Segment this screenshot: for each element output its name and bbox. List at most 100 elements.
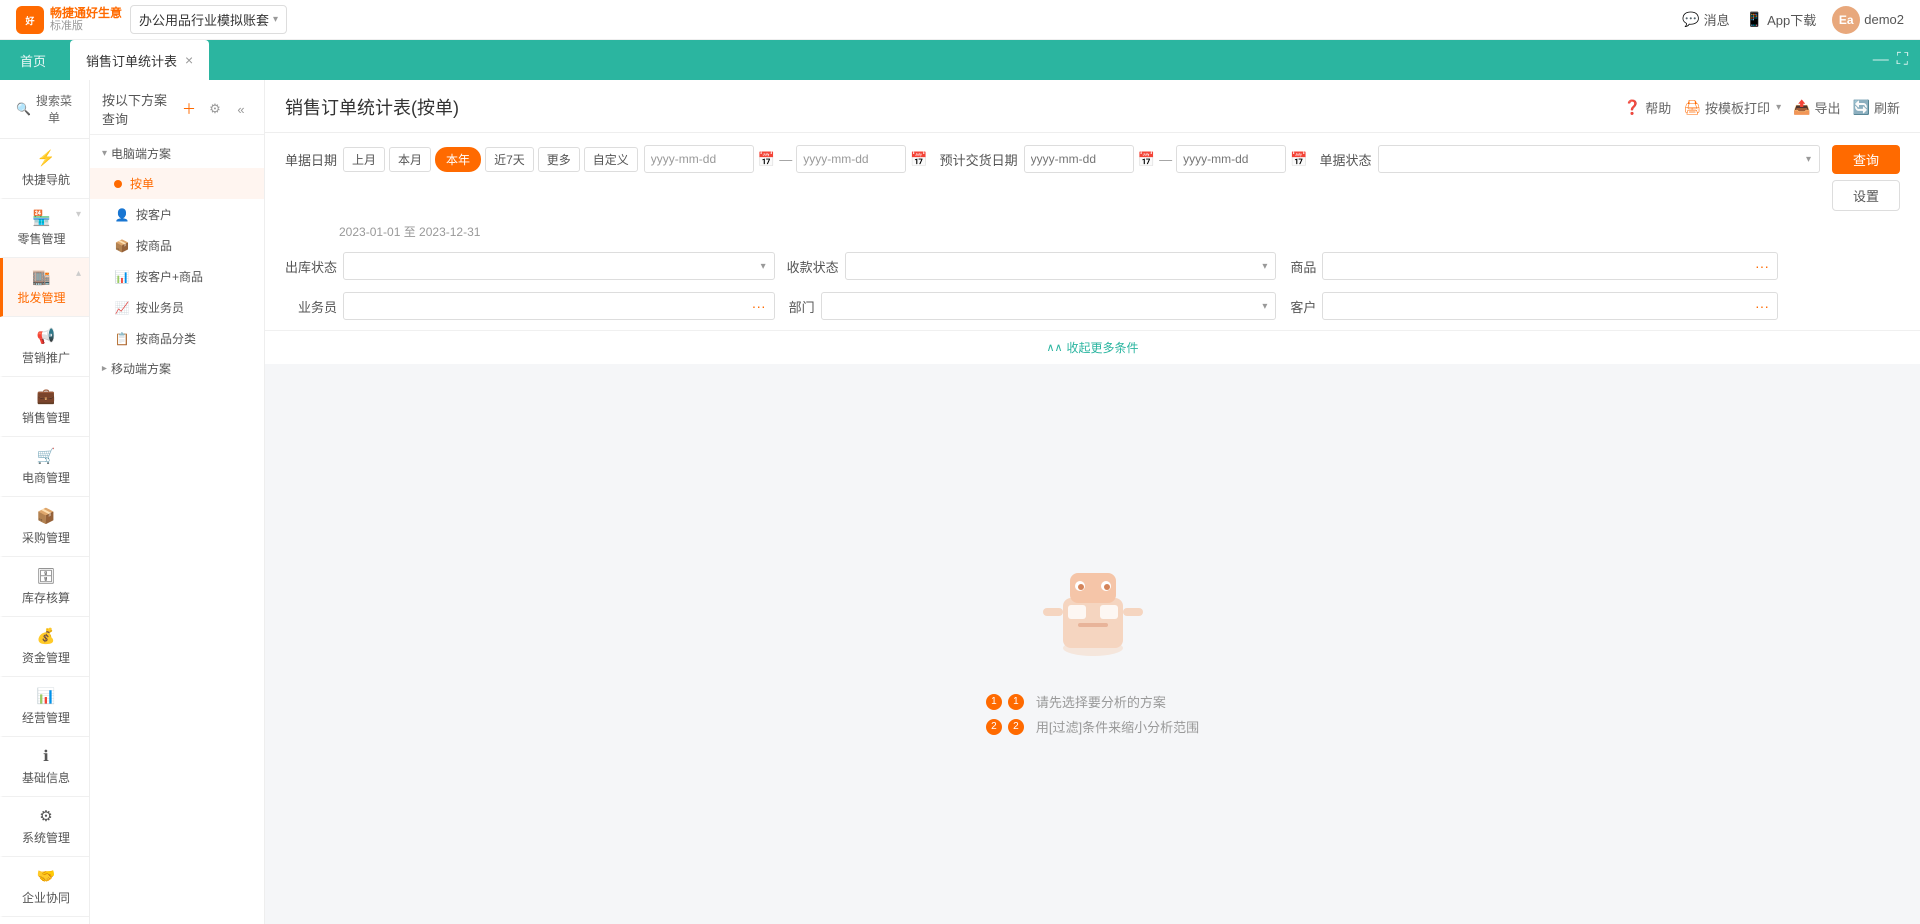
sidebar-item-purchase[interactable]: 📦 采购管理 bbox=[0, 497, 89, 557]
shipping-status-select[interactable]: ▾ bbox=[343, 252, 775, 280]
empty-hint-list: 1 请先选择要分析的方案 2 用[过滤]条件来缩小分析范围 bbox=[986, 688, 1199, 740]
page-header: 销售订单统计表(按单) ❓ 帮助 🖨 按模板打印 ▾ 📤 导出 🔄 刷新 bbox=[265, 80, 1920, 133]
sidebar-item-operation[interactable]: 📊 经营管理 bbox=[0, 677, 89, 737]
group-arrow-icon: ▾ bbox=[102, 148, 107, 159]
payment-select-arrow: ▾ bbox=[1262, 261, 1267, 272]
salesman-scheme-icon: 📈 bbox=[114, 300, 130, 316]
scheme-group-pc: ▾ 电脑端方案 按单 👤 按客户 📦 按商品 📊 按客户+商 bbox=[90, 139, 264, 354]
sidebar-item-finance[interactable]: 💰 资金管理 bbox=[0, 617, 89, 677]
preset-this-year[interactable]: 本年 bbox=[435, 147, 481, 172]
doc-status-group: 单据状态 ▾ bbox=[1320, 145, 1820, 173]
scheme-item-by-customer[interactable]: 👤 按客户 bbox=[90, 199, 264, 230]
refresh-icon: 🔄 bbox=[1853, 99, 1870, 116]
date-start-input[interactable] bbox=[644, 145, 754, 173]
sidebar-item-wholesale[interactable]: 🏬 批发管理 ▴ bbox=[0, 258, 89, 317]
sidebar-item-system[interactable]: ⚙ 系统管理 bbox=[0, 797, 89, 857]
sidebar-item-marketing[interactable]: 📢 营销推广 bbox=[0, 317, 89, 377]
payment-status-select[interactable]: ▾ bbox=[845, 252, 1277, 280]
scheme-item-by-order[interactable]: 按单 bbox=[90, 168, 264, 199]
filter-section: 单据日期 上月 本月 本年 近7天 更多 自定义 📅 — bbox=[265, 133, 1920, 364]
customer-filter-group: 客户 ··· bbox=[1288, 292, 1778, 320]
refresh-button[interactable]: 🔄 刷新 bbox=[1853, 98, 1900, 117]
sidebar-item-inventory[interactable]: 🗄 库存核算 bbox=[0, 557, 89, 617]
customer-scheme-icon: 👤 bbox=[114, 207, 130, 223]
scheme-item-by-category[interactable]: 📋 按商品分类 bbox=[90, 323, 264, 354]
shipping-select-arrow: ▾ bbox=[761, 261, 766, 272]
customer-select[interactable]: ··· bbox=[1322, 292, 1778, 320]
preset-last7days[interactable]: 近7天 bbox=[485, 147, 534, 172]
tab-sales-order-stats[interactable]: 销售订单统计表 × bbox=[70, 40, 209, 80]
message-icon: 💬 bbox=[1682, 11, 1699, 28]
top-bar-left: 好 畅捷通好生意 标准版 办公用品行业模拟账套 ▾ bbox=[16, 5, 287, 34]
scheme-group-mobile: ▾ 移动端方案 bbox=[90, 354, 264, 383]
sidebar-item-ecommerce[interactable]: 🛒 电商管理 bbox=[0, 437, 89, 497]
sidebar-item-basic[interactable]: ℹ 基础信息 bbox=[0, 737, 89, 797]
product-label: 商品 bbox=[1288, 257, 1316, 276]
message-nav[interactable]: 💬 消息 bbox=[1682, 10, 1729, 29]
chevron-down-icon: ▾ bbox=[273, 14, 278, 25]
collapse-panel-button[interactable]: « bbox=[230, 98, 252, 120]
product-select[interactable]: ··· bbox=[1322, 252, 1778, 280]
sidebar-item-sales[interactable]: 💼 销售管理 bbox=[0, 377, 89, 437]
scheme-item-by-product[interactable]: 📦 按商品 bbox=[90, 230, 264, 261]
enterprise-icon: 🤝 bbox=[37, 867, 56, 885]
tab-bar: 首页 销售订单统计表 × — ⛶ bbox=[0, 40, 1920, 80]
sidebar: 🔍 搜索菜单 ⚡ 快捷导航 🏪 零售管理 ▾ 🏬 批发管理 ▴ 📢 营销推广 bbox=[0, 80, 90, 924]
scheme-item-by-customer-product[interactable]: 📊 按客户+商品 bbox=[90, 261, 264, 292]
product-more-icon: ··· bbox=[1755, 258, 1769, 274]
expected-date-group: 预计交货日期 📅 — 📅 bbox=[940, 145, 1308, 173]
salesman-label: 业务员 bbox=[285, 297, 337, 316]
export-button[interactable]: 📤 导出 bbox=[1793, 98, 1840, 117]
search-menu-button[interactable]: 🔍 搜索菜单 bbox=[12, 88, 77, 130]
salesman-select[interactable]: ··· bbox=[343, 292, 775, 320]
salesman-filter-group: 业务员 ··· bbox=[285, 292, 775, 320]
date-range-display: 📅 — 📅 bbox=[644, 145, 928, 173]
preset-last-month[interactable]: 上月 bbox=[343, 147, 385, 172]
search-button[interactable]: 查询 bbox=[1832, 145, 1900, 174]
tab-home[interactable]: 首页 bbox=[0, 40, 66, 80]
department-label: 部门 bbox=[787, 297, 815, 316]
marketing-icon: 📢 bbox=[37, 327, 56, 345]
user-profile[interactable]: Ea demo2 bbox=[1832, 6, 1904, 34]
scheme-group-mobile-header[interactable]: ▾ 移动端方案 bbox=[90, 354, 264, 383]
preset-this-month[interactable]: 本月 bbox=[389, 147, 431, 172]
tab-close-icon[interactable]: × bbox=[185, 52, 193, 68]
purchase-icon: 📦 bbox=[37, 507, 56, 525]
settings-scheme-button[interactable]: ⚙ bbox=[204, 98, 226, 120]
expected-date-start-input[interactable] bbox=[1024, 145, 1134, 173]
payment-status-label: 收款状态 bbox=[787, 257, 839, 276]
scheme-item-by-salesman[interactable]: 📈 按业务员 bbox=[90, 292, 264, 323]
collapse-up-icon: ∧∧ bbox=[1046, 341, 1062, 354]
filter-form: 单据日期 上月 本月 本年 近7天 更多 自定义 📅 — bbox=[265, 133, 1920, 320]
preset-custom[interactable]: 自定义 bbox=[584, 147, 638, 172]
sidebar-item-enterprise[interactable]: 🤝 企业协同 bbox=[0, 857, 89, 917]
tab-minimize-icon[interactable]: — bbox=[1873, 51, 1889, 69]
sidebar-item-quick-nav[interactable]: ⚡ 快捷导航 bbox=[0, 139, 89, 199]
expected-date-end-input[interactable] bbox=[1176, 145, 1286, 173]
sidebar-item-newuser[interactable]: 🌟 新手引导 bbox=[0, 917, 89, 924]
settings-button[interactable]: 设置 bbox=[1832, 180, 1900, 211]
left-panel-header: 按以下方案查询 ＋ ⚙ « bbox=[90, 80, 264, 135]
template-print-button[interactable]: 🖨 按模板打印 ▾ bbox=[1683, 98, 1781, 117]
date-icon-end: 📅 bbox=[910, 151, 927, 168]
main-layout: 🔍 搜索菜单 ⚡ 快捷导航 🏪 零售管理 ▾ 🏬 批发管理 ▴ 📢 营销推广 bbox=[0, 80, 1920, 924]
sidebar-item-retail[interactable]: 🏪 零售管理 ▾ bbox=[0, 199, 89, 258]
product-scheme-icon: 📦 bbox=[114, 238, 130, 254]
help-button[interactable]: ❓ 帮助 bbox=[1624, 98, 1671, 117]
system-icon: ⚙ bbox=[39, 807, 52, 825]
add-scheme-button[interactable]: ＋ bbox=[178, 98, 200, 120]
collapse-filter-bar[interactable]: ∧∧ 收起更多条件 bbox=[265, 330, 1920, 364]
tab-maximize-icon[interactable]: ⛶ bbox=[1897, 51, 1908, 69]
app-selector[interactable]: 办公用品行业模拟账套 ▾ bbox=[130, 5, 287, 34]
shipping-status-group: 出库状态 ▾ bbox=[285, 252, 775, 280]
department-select[interactable]: ▾ bbox=[821, 292, 1277, 320]
salesman-more-icon: ··· bbox=[752, 298, 766, 314]
date-end-input[interactable] bbox=[796, 145, 906, 173]
doc-status-select[interactable]: ▾ bbox=[1378, 145, 1820, 173]
department-filter-group: 部门 ▾ bbox=[787, 292, 1277, 320]
scheme-group-pc-header[interactable]: ▾ 电脑端方案 bbox=[90, 139, 264, 168]
app-download-nav[interactable]: 📱 App下载 bbox=[1746, 10, 1817, 29]
tab-bar-actions: — ⛶ bbox=[1873, 51, 1920, 69]
logo-text: 畅捷通好生意 标准版 bbox=[50, 6, 122, 34]
preset-more[interactable]: 更多 bbox=[538, 147, 580, 172]
